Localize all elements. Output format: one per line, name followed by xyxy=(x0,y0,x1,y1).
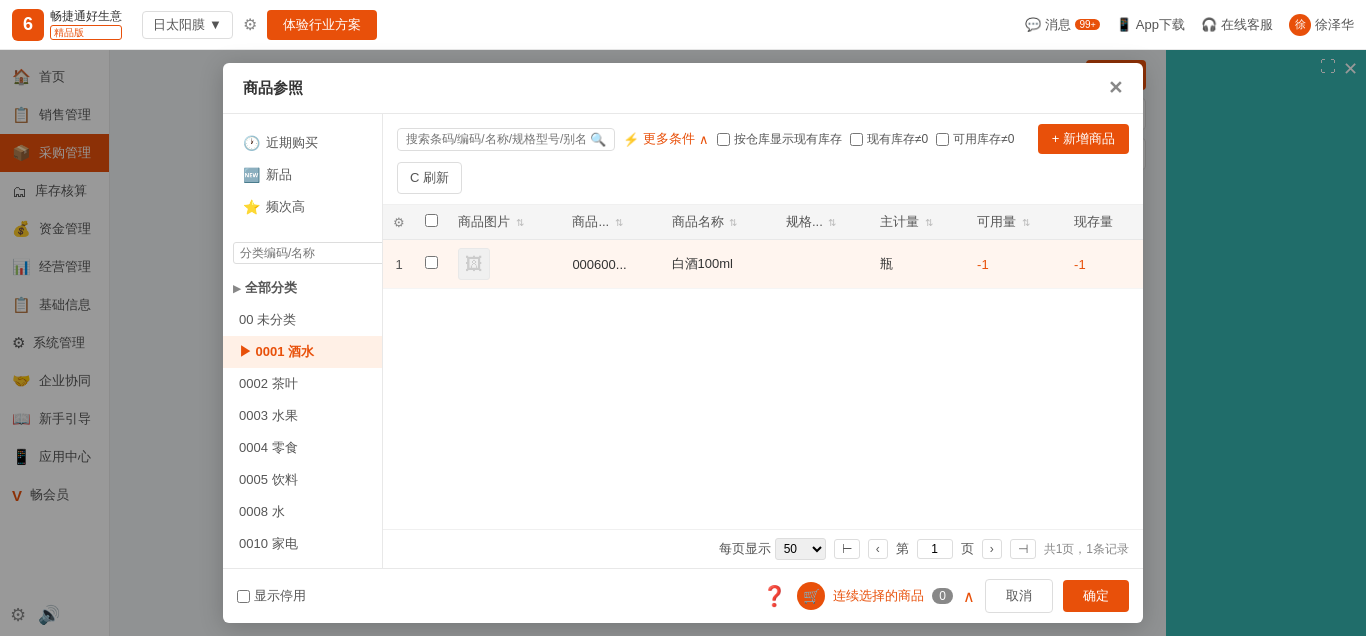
page-next-btn[interactable]: › xyxy=(982,539,1002,559)
user-item[interactable]: 徐 徐泽华 xyxy=(1289,14,1354,36)
top-navigation: 6 畅捷通好生意 精品版 日太阳膜 ▼ ⚙ 体验行业方案 💬 消息 99+ 📱 … xyxy=(0,0,1366,50)
row-stock: -1 xyxy=(1064,240,1143,289)
row-image-cell: 🖼 xyxy=(448,240,562,289)
new-icon: 🆕 xyxy=(243,167,260,183)
help-icon[interactable]: ❓ xyxy=(762,584,787,608)
modal-table-panel: 🔍 ⚡ 更多条件 ∧ 按仓库显示现有库存 xyxy=(383,114,1143,568)
row-num: 1 xyxy=(383,240,415,289)
row-code: 000600... xyxy=(562,240,661,289)
cart-icon: 🛒 xyxy=(797,582,825,610)
table-row[interactable]: 1 🖼 xyxy=(383,240,1143,289)
logo-text: 畅捷通好生意 精品版 xyxy=(50,9,122,40)
modal-header: 商品参照 ✕ xyxy=(223,63,1143,114)
table-settings-icon[interactable]: ⚙ xyxy=(393,215,405,230)
cart-area[interactable]: 🛒 连续选择的商品 0 xyxy=(797,582,953,610)
modal-close-btn[interactable]: ✕ xyxy=(1108,77,1123,99)
collapse-footer-icon[interactable]: ∧ xyxy=(963,587,975,606)
col-image: 商品图片 ⇅ xyxy=(448,205,562,240)
store-selector[interactable]: 日太阳膜 ▼ xyxy=(142,11,233,39)
clock-icon: 🕐 xyxy=(243,135,260,151)
modal-toolbar: 🔍 ⚡ 更多条件 ∧ 按仓库显示现有库存 xyxy=(383,114,1143,205)
triangle-icon: ▶ xyxy=(233,283,241,294)
page-total-info: 共1页，1条记录 xyxy=(1044,541,1129,558)
pagination: 每页显示 50 20 100 ⊢ ‹ 第 页 xyxy=(383,529,1143,568)
category-search-row: ◀◀ xyxy=(223,238,382,272)
message-icon: 💬 xyxy=(1025,17,1041,32)
quick-new[interactable]: 🆕 新品 xyxy=(233,160,372,190)
category-fruit[interactable]: 0003 水果 xyxy=(223,400,382,432)
settings-gear-icon[interactable]: ⚙ xyxy=(243,15,257,34)
modal-categories-panel: 🕐 近期购买 🆕 新品 ⭐ 频次高 xyxy=(223,114,383,568)
checkbox-warehouse[interactable]: 按仓库显示现有库存 xyxy=(717,131,842,148)
row-checkbox-cell xyxy=(415,240,448,289)
page-last-btn[interactable]: ⊣ xyxy=(1010,539,1036,559)
quick-access: 🕐 近期购买 🆕 新品 ⭐ 频次高 xyxy=(223,124,382,226)
modal-dialog: 商品参照 ✕ 🕐 近期购买 🆕 xyxy=(223,63,1143,623)
filter-more-btn[interactable]: ⚡ 更多条件 ∧ xyxy=(623,130,709,148)
checkbox-available[interactable]: 现有库存≠0 xyxy=(850,131,928,148)
product-thumbnail: 🖼 xyxy=(458,248,490,280)
category-tea[interactable]: 0002 茶叶 xyxy=(223,368,382,400)
row-available: -1 xyxy=(967,240,1064,289)
app-download-item[interactable]: 📱 App下载 xyxy=(1116,16,1185,34)
show-disabled-checkbox[interactable]: 显示停用 xyxy=(237,587,306,605)
row-checkbox[interactable] xyxy=(425,256,438,269)
col-settings: ⚙ xyxy=(383,205,415,240)
headset-icon: 🎧 xyxy=(1201,17,1217,32)
page-prev-btn[interactable]: ‹ xyxy=(868,539,888,559)
online-service-item[interactable]: 🎧 在线客服 xyxy=(1201,16,1273,34)
cart-count: 0 xyxy=(932,588,953,604)
experience-btn[interactable]: 体验行业方案 xyxy=(267,10,377,40)
row-name: 白酒100ml xyxy=(662,240,776,289)
category-water[interactable]: 0008 水 xyxy=(223,496,382,528)
col-stock: 现存量 xyxy=(1064,205,1143,240)
category-wine[interactable]: ▶ 0001 酒水 xyxy=(223,336,382,368)
logo-icon: 6 xyxy=(12,9,44,41)
modal-body: 🕐 近期购买 🆕 新品 ⭐ 频次高 xyxy=(223,114,1143,568)
modal-overlay: 商品参照 ✕ 🕐 近期购买 🆕 xyxy=(0,50,1366,636)
category-beverage[interactable]: 0005 饮料 xyxy=(223,464,382,496)
category-all[interactable]: ▶ 全部分类 xyxy=(223,272,382,304)
confirm-button[interactable]: 确定 xyxy=(1063,580,1129,612)
product-search-wrap: 🔍 xyxy=(397,128,615,151)
modal-title: 商品参照 xyxy=(243,79,303,98)
col-spec: 规格... ⇅ xyxy=(776,205,870,240)
search-icon[interactable]: 🔍 xyxy=(590,132,606,147)
category-snack[interactable]: 0004 零食 xyxy=(223,432,382,464)
category-appliance[interactable]: 0010 家电 xyxy=(223,528,382,560)
category-unclassified[interactable]: 00 未分类 xyxy=(223,304,382,336)
message-item[interactable]: 💬 消息 99+ xyxy=(1025,16,1099,34)
avatar: 徐 xyxy=(1289,14,1311,36)
select-all-checkbox[interactable] xyxy=(425,214,438,227)
product-table: ⚙ 商品图片 ⇅ xyxy=(383,205,1143,289)
mobile-icon: 📱 xyxy=(1116,17,1132,32)
page-number-input[interactable] xyxy=(917,539,953,559)
checkbox-usable[interactable]: 可用库存≠0 xyxy=(936,131,1014,148)
filter-icon: ⚡ xyxy=(623,132,639,147)
row-spec xyxy=(776,240,870,289)
col-code: 商品... ⇅ xyxy=(562,205,661,240)
star-icon: ⭐ xyxy=(243,199,260,215)
col-available: 可用量 ⇅ xyxy=(967,205,1064,240)
product-table-wrap: ⚙ 商品图片 ⇅ xyxy=(383,205,1143,529)
page-first-btn[interactable]: ⊢ xyxy=(834,539,860,559)
page-size-select[interactable]: 50 20 100 xyxy=(775,538,826,560)
col-name: 商品名称 ⇅ xyxy=(662,205,776,240)
row-unit: 瓶 xyxy=(870,240,967,289)
col-unit: 主计量 ⇅ xyxy=(870,205,967,240)
category-search-input[interactable] xyxy=(233,242,383,264)
col-checkbox xyxy=(415,205,448,240)
modal-footer: 显示停用 ❓ 🛒 连续选择的商品 0 ∧ 取消 确定 xyxy=(223,568,1143,623)
product-search-input[interactable] xyxy=(406,132,586,146)
logo-area: 6 畅捷通好生意 精品版 xyxy=(12,9,132,41)
page-size-wrap: 每页显示 50 20 100 xyxy=(719,538,826,560)
quick-recent[interactable]: 🕐 近期购买 xyxy=(233,128,372,158)
refresh-btn[interactable]: C 刷新 xyxy=(397,162,462,194)
quick-frequent[interactable]: ⭐ 频次高 xyxy=(233,192,372,222)
add-product-btn[interactable]: + 新增商品 xyxy=(1038,124,1129,154)
cancel-button[interactable]: 取消 xyxy=(985,579,1053,613)
nav-right: 💬 消息 99+ 📱 App下载 🎧 在线客服 徐 徐泽华 xyxy=(1025,14,1354,36)
